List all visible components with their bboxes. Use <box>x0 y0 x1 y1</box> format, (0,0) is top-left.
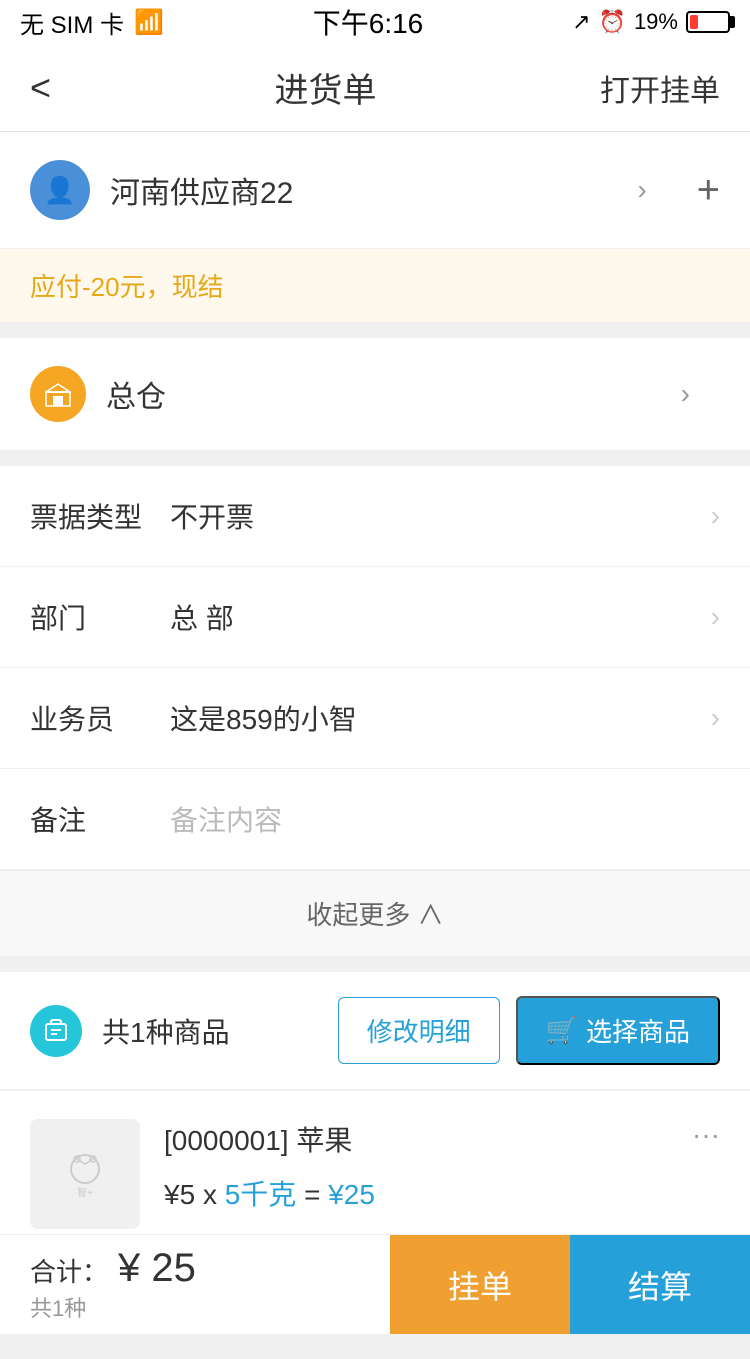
total-label: 合计： <box>30 1252 108 1289</box>
product-name: [0000001] 苹果 <box>164 1119 682 1159</box>
product-more-button[interactable]: ··· <box>682 1119 720 1151</box>
salesperson-label: 业务员 <box>30 698 170 738</box>
form-row-salesperson[interactable]: 业务员 这是859的小智 › <box>0 668 750 769</box>
warehouse-name: 总仓 <box>106 372 681 416</box>
product-thumbnail: 智+ <box>30 1119 140 1229</box>
settle-button[interactable]: 结算 <box>570 1235 750 1334</box>
select-product-icon: 🛒 <box>546 1015 578 1046</box>
salesperson-value: 这是859的小智 <box>170 698 711 738</box>
warehouse-row[interactable]: 总仓 › <box>0 338 750 450</box>
form-card: 票据类型 不开票 › 部门 总 部 › 业务员 这是859的小智 › 备注 备注… <box>0 466 750 956</box>
invoice-chevron-icon: › <box>711 500 720 532</box>
form-row-dept[interactable]: 部门 总 部 › <box>0 567 750 668</box>
main-content: 👤 河南供应商22 › + 应付-20元，现结 总仓 › 票据类型 不开票 <box>0 132 750 1359</box>
nav-bar: < 进货单 打开挂单 <box>0 44 750 132</box>
dept-value: 总 部 <box>170 597 711 637</box>
supplier-row[interactable]: 👤 河南供应商22 › + <box>0 132 750 249</box>
warehouse-card[interactable]: 总仓 › <box>0 338 750 450</box>
avatar-icon: 👤 <box>44 175 76 206</box>
supplier-chevron-icon: › <box>637 174 646 206</box>
page-title: 进货单 <box>275 63 377 112</box>
salesperson-chevron-icon: › <box>711 702 720 734</box>
total-amount: ¥ 25 <box>118 1246 196 1291</box>
warehouse-chevron-icon: › <box>681 378 690 410</box>
form-row-invoice[interactable]: 票据类型 不开票 › <box>0 466 750 567</box>
footer-total: 合计： ¥ 25 共1种 <box>0 1235 390 1334</box>
footer: 合计： ¥ 25 共1种 挂单 结算 <box>0 1234 750 1334</box>
dept-chevron-icon: › <box>711 601 720 633</box>
product-info: [0000001] 苹果 ¥5 x 5千克 = ¥25 <box>164 1119 682 1213</box>
wifi-icon: 📶 <box>134 8 164 37</box>
select-product-button[interactable]: 🛒 选择商品 <box>516 996 720 1065</box>
supplier-warning-banner: 应付-20元，现结 <box>0 249 750 322</box>
invoice-value: 不开票 <box>170 496 711 536</box>
hang-button[interactable]: 挂单 <box>390 1235 570 1334</box>
form-row-note[interactable]: 备注 备注内容 <box>0 769 750 870</box>
supplier-card: 👤 河南供应商22 › + 应付-20元，现结 <box>0 132 750 322</box>
products-icon <box>30 1005 82 1057</box>
collapse-button[interactable]: 收起更多 ∧ <box>0 870 750 956</box>
status-bar: 无 SIM 卡 📶 下午6:16 ↗ ⏰ 19% <box>0 0 750 44</box>
dept-label: 部门 <box>30 597 170 637</box>
svg-text:智+: 智+ <box>77 1186 93 1199</box>
status-right: ↗ ⏰ 19% <box>572 9 730 35</box>
products-count: 共1种商品 <box>102 1011 338 1051</box>
location-icon: ↗ <box>572 9 590 35</box>
note-value: 备注内容 <box>170 799 720 839</box>
status-time: 下午6:16 <box>313 2 424 42</box>
edit-detail-button[interactable]: 修改明细 <box>338 997 500 1064</box>
products-header: 共1种商品 修改明细 🛒 选择商品 <box>0 972 750 1089</box>
open-hang-button[interactable]: 打开挂单 <box>600 66 720 110</box>
alarm-icon: ⏰ <box>599 9 626 35</box>
back-button[interactable]: < <box>30 67 51 109</box>
supplier-avatar: 👤 <box>30 160 90 220</box>
invoice-label: 票据类型 <box>30 496 170 536</box>
total-sub: 共1种 <box>30 1291 360 1323</box>
warehouse-icon <box>30 366 86 422</box>
product-item: 智+ [0000001] 苹果 ¥5 x 5千克 = ¥25 ··· <box>0 1091 750 1257</box>
product-price: ¥5 x 5千克 = ¥25 <box>164 1173 682 1213</box>
note-label: 备注 <box>30 799 170 839</box>
battery-label: 19% <box>634 9 678 35</box>
battery-icon <box>686 11 730 33</box>
add-supplier-button[interactable]: + <box>677 168 720 213</box>
supplier-name: 河南供应商22 <box>110 168 637 212</box>
status-carrier: 无 SIM 卡 📶 <box>20 5 164 40</box>
